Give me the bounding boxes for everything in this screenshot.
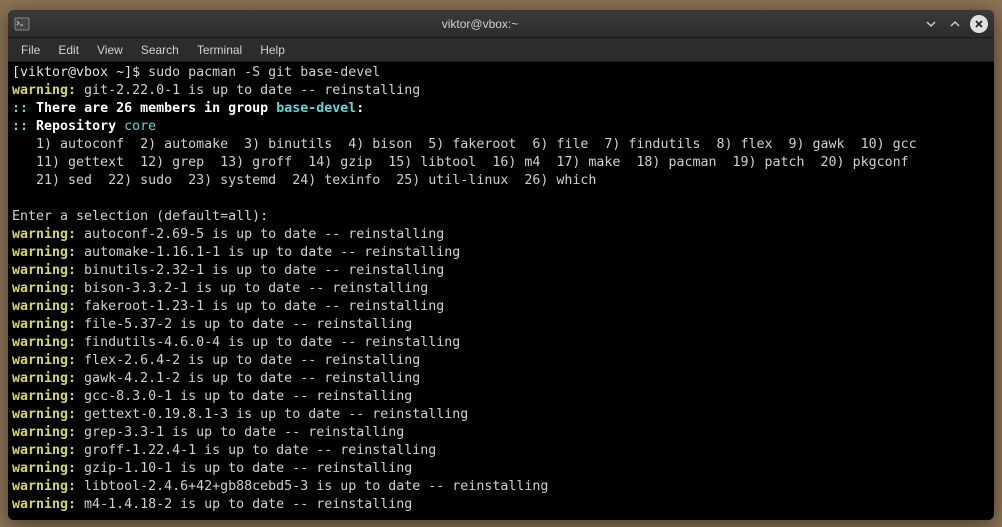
blank-line — [12, 190, 990, 208]
menu-edit[interactable]: Edit — [49, 40, 88, 60]
warning-label: warning: — [12, 281, 76, 296]
prompt-prefix: [viktor@vbox ~]$ — [12, 65, 148, 80]
titlebar: viktor@vbox:~ — [8, 10, 994, 38]
warning-line: warning: libtool-2.4.6+42+gb88cebd5-3 is… — [12, 478, 990, 496]
warning-label: warning: — [12, 263, 76, 278]
warning-label: warning: — [12, 479, 76, 494]
warning-line: warning: grep-3.3-1 is up to date -- rei… — [12, 424, 990, 442]
warning-text: flex-2.6.4-2 is up to date -- reinstalli… — [76, 353, 420, 368]
warning-label: warning: — [12, 245, 76, 260]
warning-text: automake-1.16.1-1 is up to date -- reins… — [76, 245, 460, 260]
warning-line: warning: fakeroot-1.23-1 is up to date -… — [12, 298, 990, 316]
warning-text: file-5.37-2 is up to date -- reinstallin… — [76, 317, 412, 332]
warning-text: gawk-4.2.1-2 is up to date -- reinstalli… — [76, 371, 420, 386]
menu-help[interactable]: Help — [251, 40, 294, 60]
warning-line: warning: groff-1.22.4-1 is up to date --… — [12, 442, 990, 460]
warning-label: warning: — [12, 497, 76, 512]
warning-line: warning: flex-2.6.4-2 is up to date -- r… — [12, 352, 990, 370]
warning-label: warning: — [12, 227, 76, 242]
group-prefix: :: — [12, 101, 36, 116]
repo-label: Repository — [36, 119, 124, 134]
warning-line: warning: bison-3.3.2-1 is up to date -- … — [12, 280, 990, 298]
warning-text: gettext-0.19.8.1-3 is up to date -- rein… — [76, 407, 468, 422]
group-text: There are 26 members in group — [36, 101, 276, 116]
repo-prefix: :: — [12, 119, 36, 134]
warning-label: warning: — [12, 335, 76, 350]
warning-line: warning: automake-1.16.1-1 is up to date… — [12, 244, 990, 262]
warning-text: bison-3.3.2-1 is up to date -- reinstall… — [76, 281, 428, 296]
menu-terminal[interactable]: Terminal — [188, 40, 251, 60]
minimize-button[interactable] — [922, 15, 940, 33]
warning-text: autoconf-2.69-5 is up to date -- reinsta… — [76, 227, 444, 242]
warning-label: warning: — [12, 353, 76, 368]
warning-line: warning: file-5.37-2 is up to date -- re… — [12, 316, 990, 334]
warning-label: warning: — [12, 443, 76, 458]
group-line: :: There are 26 members in group base-de… — [12, 100, 990, 118]
warning-label: warning: — [12, 371, 76, 386]
warning-text: binutils-2.32-1 is up to date -- reinsta… — [76, 263, 444, 278]
warning-label: warning: — [12, 389, 76, 404]
warning-text: gzip-1.10-1 is up to date -- reinstallin… — [76, 461, 412, 476]
group-name: base-devel — [276, 101, 356, 116]
warning-line: warning: gcc-8.3.0-1 is up to date -- re… — [12, 388, 990, 406]
warning-line: warning: gawk-4.2.1-2 is up to date -- r… — [12, 370, 990, 388]
window-controls — [922, 15, 988, 33]
command-text: sudo pacman -S git base-devel — [148, 65, 380, 80]
close-button[interactable] — [970, 15, 988, 33]
repo-name: core — [124, 119, 156, 134]
group-colon: : — [356, 101, 364, 116]
warning-label: warning: — [12, 317, 76, 332]
warning-line: warning: findutils-4.6.0-4 is up to date… — [12, 334, 990, 352]
warning-label: warning: — [12, 425, 76, 440]
warning-text: fakeroot-1.23-1 is up to date -- reinsta… — [76, 299, 444, 314]
warning-text: findutils-4.6.0-4 is up to date -- reins… — [76, 335, 460, 350]
warning-line: warning: m4-1.4.18-2 is up to date -- re… — [12, 496, 990, 514]
warning-line: warning: gzip-1.10-1 is up to date -- re… — [12, 460, 990, 478]
menu-view[interactable]: View — [88, 40, 132, 60]
packages-line-2: 11) gettext 12) grep 13) groff 14) gzip … — [12, 154, 990, 172]
warning-text: gcc-8.3.0-1 is up to date -- reinstallin… — [76, 389, 412, 404]
warning-line: warning: binutils-2.32-1 is up to date -… — [12, 262, 990, 280]
warning-line: warning: git-2.22.0-1 is up to date -- r… — [12, 82, 990, 100]
prompt-line: [viktor@vbox ~]$ sudo pacman -S git base… — [12, 64, 990, 82]
repo-line: :: Repository core — [12, 118, 990, 136]
warning-text: m4-1.4.18-2 is up to date -- reinstallin… — [76, 497, 412, 512]
warning-text: libtool-2.4.6+42+gb88cebd5-3 is up to da… — [76, 479, 548, 494]
warning-label: warning: — [12, 83, 76, 98]
selection-prompt: Enter a selection (default=all): — [12, 208, 990, 226]
menu-search[interactable]: Search — [132, 40, 188, 60]
maximize-button[interactable] — [946, 15, 964, 33]
packages-line-3: 21) sed 22) sudo 23) systemd 24) texinfo… — [12, 172, 990, 190]
terminal-content[interactable]: [viktor@vbox ~]$ sudo pacman -S git base… — [8, 62, 994, 520]
packages-line-1: 1) autoconf 2) automake 3) binutils 4) b… — [12, 136, 990, 154]
warning-line: warning: gettext-0.19.8.1-3 is up to dat… — [12, 406, 990, 424]
terminal-icon — [14, 16, 30, 32]
warning-label: warning: — [12, 407, 76, 422]
warning-line: warning: autoconf-2.69-5 is up to date -… — [12, 226, 990, 244]
warning-text: grep-3.3-1 is up to date -- reinstalling — [76, 425, 404, 440]
warning-text: groff-1.22.4-1 is up to date -- reinstal… — [76, 443, 436, 458]
warning-label: warning: — [12, 461, 76, 476]
menu-file[interactable]: File — [12, 40, 49, 60]
window-title: viktor@vbox:~ — [38, 17, 922, 31]
menubar: File Edit View Search Terminal Help — [8, 38, 994, 62]
warning-label: warning: — [12, 299, 76, 314]
warning-text: git-2.22.0-1 is up to date -- reinstalli… — [76, 83, 420, 98]
terminal-window: viktor@vbox:~ File Edit View Search Term… — [8, 10, 994, 520]
